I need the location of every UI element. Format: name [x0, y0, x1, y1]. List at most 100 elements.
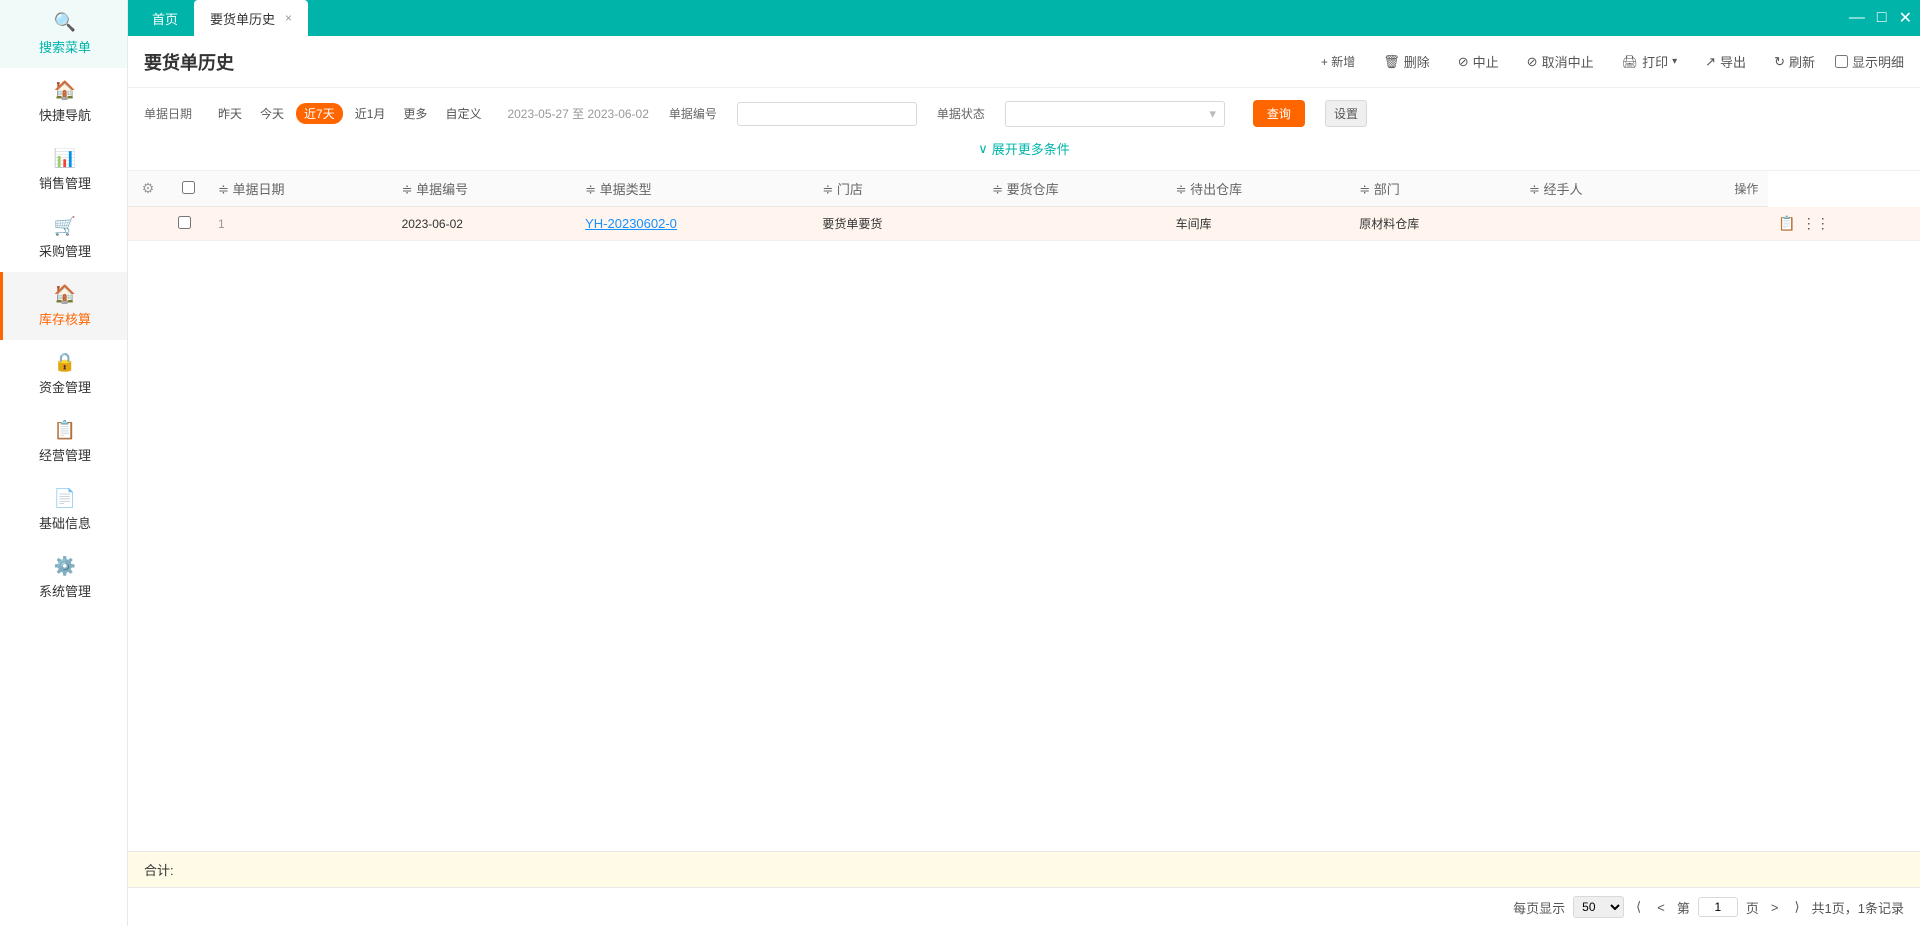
tab-requisition-history[interactable]: 要货单历史 ×: [194, 0, 308, 36]
sidebar-item-purchase[interactable]: 🛒 采购管理: [0, 204, 127, 272]
table-row: 1 2023-06-02 YH-20230602-0 要货单要货 车间库 原材料…: [128, 207, 1920, 241]
th-handler: ≑ 经手人: [1519, 171, 1675, 207]
doc-number-label: 单据编号: [669, 105, 717, 122]
add-button[interactable]: + 新增: [1313, 49, 1363, 74]
search-menu-icon: 🔍: [54, 12, 76, 33]
display-cell-input[interactable]: [1835, 55, 1848, 68]
date-btn-昨天[interactable]: 昨天: [212, 103, 248, 124]
sidebar-item-quick-nav[interactable]: 🏠 快捷导航: [0, 68, 127, 136]
date-btn-更多[interactable]: 更多: [397, 103, 433, 124]
query-button[interactable]: 查询: [1253, 100, 1305, 127]
row-edit-btn-0[interactable]: 📋: [1778, 215, 1795, 232]
operations-label: 经营管理: [39, 445, 91, 464]
th-doc-type: ≑ 单据类型: [575, 171, 812, 207]
column-settings-icon[interactable]: ⚙: [142, 180, 155, 196]
page-title: 要货单历史: [144, 49, 1313, 75]
purchase-icon: 🛒: [54, 216, 76, 237]
page-content: 要货单历史 + 新增 🗑 删除 ⊘ 中止 ⊘ 取消中止 🖨 打印: [128, 36, 1920, 926]
purchase-label: 采购管理: [39, 241, 91, 260]
refresh-button[interactable]: ↻ 刷新: [1766, 48, 1823, 75]
cancel-stop-button[interactable]: ⊘ 取消中止: [1519, 48, 1602, 75]
quick-nav-icon: 🏠: [54, 80, 76, 101]
sidebar-item-operations[interactable]: 📋经营管理: [0, 408, 127, 476]
per-page-select[interactable]: 50 100 200: [1573, 896, 1624, 918]
total-label: 合计:: [144, 863, 174, 878]
maximize-btn[interactable]: □: [1877, 9, 1887, 27]
doc-number-input[interactable]: [737, 102, 917, 126]
prev-page-btn[interactable]: <: [1653, 898, 1669, 917]
page-suffix: 页: [1746, 898, 1759, 917]
date-buttons: 昨天今天近7天近1月更多自定义: [212, 103, 487, 124]
row-department-0: [1519, 207, 1675, 241]
page-header: 要货单历史 + 新增 🗑 删除 ⊘ 中止 ⊘ 取消中止 🖨 打印: [128, 36, 1920, 88]
th-store: ≑ 门店: [812, 171, 982, 207]
basic-info-label: 基础信息: [39, 513, 91, 532]
doc-status-select[interactable]: ▾: [1005, 101, 1225, 127]
table-footer: 合计:: [128, 851, 1920, 887]
tab-home[interactable]: 首页: [136, 0, 194, 36]
next-page-btn[interactable]: >: [1767, 898, 1783, 917]
row-store-0: [982, 207, 1166, 241]
sidebar-item-basic-info[interactable]: 📄基础信息: [0, 476, 127, 544]
doc-link-0[interactable]: YH-20230602-0: [585, 216, 677, 231]
table-header-row: ⚙ ≑ 单据日期 ≑ 单据编号 ≑ 单据类型: [128, 171, 1920, 207]
date-btn-今天[interactable]: 今天: [254, 103, 290, 124]
quick-nav-label: 快捷导航: [39, 105, 91, 124]
window-controls: — □ ✕: [1849, 8, 1912, 28]
row-pending-warehouse-0: 原材料仓库: [1349, 207, 1519, 241]
sidebar-item-system[interactable]: ⚙️系统管理: [0, 544, 127, 612]
system-icon: ⚙️: [54, 556, 76, 577]
last-page-btn[interactable]: ⟩: [1790, 897, 1803, 917]
finance-label: 资金管理: [39, 377, 91, 396]
row-actions-0: 📋 ⋮⋮: [1768, 207, 1920, 241]
th-req-warehouse: ≑ 要货仓库: [982, 171, 1166, 207]
row-doc-number-0: YH-20230602-0: [575, 207, 812, 241]
row-doc-date-0: 2023-06-02: [392, 207, 576, 241]
close-btn[interactable]: ✕: [1899, 8, 1912, 28]
sidebar-item-inventory[interactable]: 🏠库存核算: [0, 272, 127, 340]
th-doc-number: ≑ 单据编号: [392, 171, 576, 207]
chevron-down-icon: ∨: [978, 141, 988, 157]
page-input[interactable]: [1698, 897, 1738, 917]
tab-label-requisition-history: 要货单历史: [210, 9, 275, 28]
row-doc-type-0: 要货单要货: [812, 207, 982, 241]
expand-more-btn[interactable]: ∨ 展开更多条件: [962, 135, 1086, 162]
first-page-btn[interactable]: ⟨: [1632, 897, 1645, 917]
th-actions: 操作: [1675, 171, 1768, 207]
stop-icon: ⊘: [1458, 54, 1469, 70]
stop-button[interactable]: ⊘ 中止: [1450, 48, 1507, 75]
row-select-0[interactable]: [178, 216, 191, 229]
print-dropdown-icon: ▾: [1672, 56, 1677, 67]
th-department: ≑ 部门: [1349, 171, 1519, 207]
date-btn-自定义[interactable]: 自定义: [439, 103, 487, 124]
sidebar-item-finance[interactable]: 🔒 资金管理: [0, 340, 127, 408]
th-settings: ⚙: [128, 171, 168, 207]
th-pending-warehouse: ≑ 待出仓库: [1166, 171, 1350, 207]
th-checkbox: [168, 171, 208, 207]
filter-area: 单据日期 昨天今天近7天近1月更多自定义 2023-05-27 至 2023-0…: [128, 88, 1920, 171]
page-label: 第: [1677, 898, 1690, 917]
per-page-label: 每页显示: [1513, 898, 1565, 917]
export-button[interactable]: ↗ 导出: [1697, 48, 1754, 75]
delete-button[interactable]: 🗑 删除: [1375, 48, 1438, 75]
row-settings-0: [128, 207, 168, 241]
inventory-label: 库存核算: [39, 309, 91, 328]
sidebar-item-sales[interactable]: 📊销售管理: [0, 136, 127, 204]
row-more-btn-0[interactable]: ⋮⋮: [1802, 215, 1830, 232]
display-cell-checkbox[interactable]: 显示明细: [1835, 52, 1904, 71]
minimize-btn[interactable]: —: [1849, 9, 1865, 27]
tab-close-requisition-history[interactable]: ×: [285, 11, 292, 25]
pagination-bar: 每页显示 50 100 200 ⟨ < 第 页 > ⟩ 共1页，1条记录: [128, 887, 1920, 926]
date-btn-近7天[interactable]: 近7天: [296, 103, 343, 124]
print-button[interactable]: 🖨 打印 ▾: [1614, 48, 1686, 75]
sales-label: 销售管理: [39, 173, 91, 192]
date-btn-近1月[interactable]: 近1月: [349, 103, 392, 124]
date-label: 单据日期: [144, 105, 192, 122]
print-icon: 🖨: [1622, 54, 1639, 70]
sidebar: 🔍搜索菜单 🏠 快捷导航 📊销售管理 🛒 采购管理 🏠库存核算 🔒 资金管理 📋经营管理📄基础信息…: [0, 0, 128, 926]
sidebar-item-search-menu[interactable]: 🔍搜索菜单: [0, 0, 127, 68]
date-range: 2023-05-27 至 2023-06-02: [507, 105, 648, 122]
finance-icon: 🔒: [54, 352, 76, 373]
settings-button[interactable]: 设置: [1325, 100, 1367, 127]
select-all-checkbox[interactable]: [182, 181, 195, 194]
